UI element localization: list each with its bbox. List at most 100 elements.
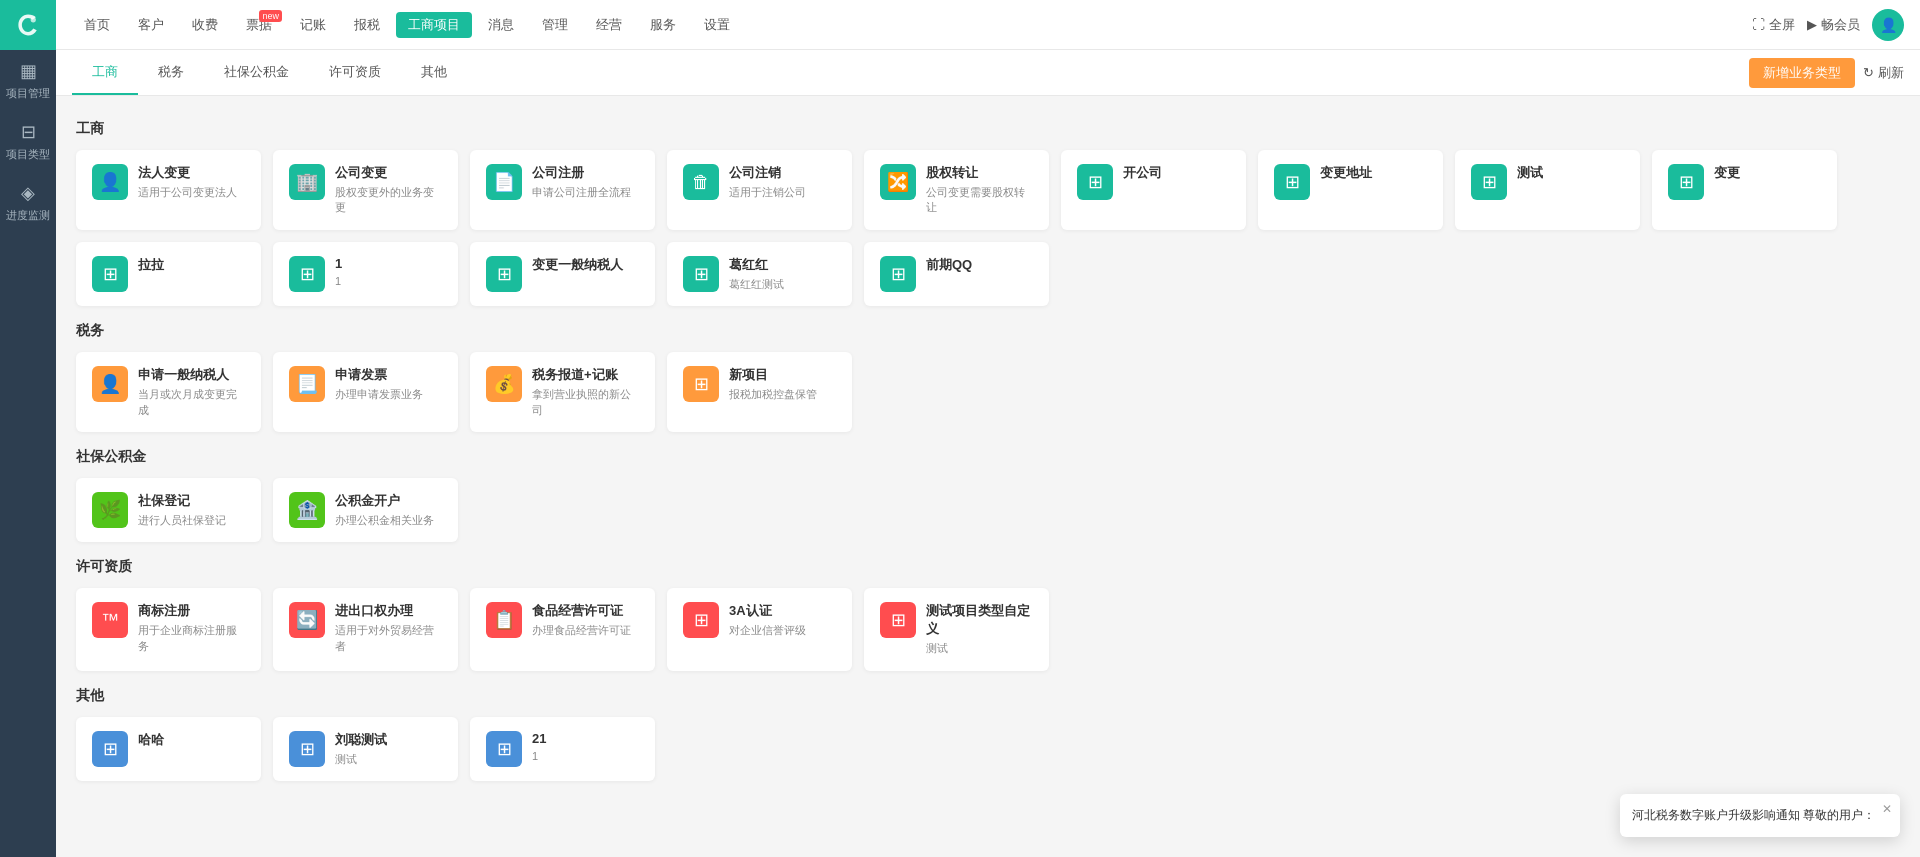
card-import-export[interactable]: 🔄 进出口权办理 适用于对外贸易经营者 [273, 588, 458, 670]
tab-shuiwu[interactable]: 税务 [138, 51, 204, 95]
card-icon-test-type: ⊞ [880, 602, 916, 638]
card-title-test: 测试 [1517, 164, 1624, 182]
card-company-reg[interactable]: 📄 公司注册 申请公司注册全流程 [470, 150, 655, 230]
other-card-grid: ⊞ 哈哈 ⊞ 刘聪测试 测试 ⊞ 21 [76, 717, 1900, 781]
card-icon-company-reg: 📄 [486, 164, 522, 200]
card-social-reg[interactable]: 🌿 社保登记 进行人员社保登记 [76, 478, 261, 542]
refresh-button[interactable]: ↻ 刷新 [1863, 64, 1904, 82]
card-company-change[interactable]: 🏢 公司变更 股权变更外的业务变更 [273, 150, 458, 230]
card-lala[interactable]: ⊞ 拉拉 [76, 242, 261, 306]
card-num21[interactable]: ⊞ 21 1 [470, 717, 655, 781]
card-title-open-company: 开公司 [1123, 164, 1230, 182]
nav-tickets[interactable]: 票据 new [234, 12, 284, 38]
nav-accounting[interactable]: 记账 [288, 12, 338, 38]
notification-text: 河北税务数字账户升级影响通知 尊敬的用户： [1632, 806, 1888, 825]
sidebar-label-project-type: 项目类型 [6, 147, 50, 162]
new-badge: new [259, 10, 282, 22]
card-icon-equity-transfer: 🔀 [880, 164, 916, 200]
card-title-equity-transfer: 股权转让 [926, 164, 1033, 182]
refresh-label: 刷新 [1878, 64, 1904, 82]
nav-home[interactable]: 首页 [72, 12, 122, 38]
card-apply-invoice[interactable]: 📃 申请发票 办理申请发票业务 [273, 352, 458, 432]
notification-close-button[interactable]: ✕ [1882, 802, 1892, 816]
sidebar-item-project-mgmt[interactable]: ▦ 项目管理 [0, 50, 56, 111]
tab-actions: 新增业务类型 ↻ 刷新 [1749, 58, 1904, 88]
card-icon-apply-invoice: 📃 [289, 366, 325, 402]
card-num1[interactable]: ⊞ 1 1 [273, 242, 458, 306]
card-company-cancel[interactable]: 🗑 公司注销 适用于注销公司 [667, 150, 852, 230]
avatar[interactable]: 👤 [1872, 9, 1904, 41]
card-change-taxpayer[interactable]: ⊞ 变更一般纳税人 [470, 242, 655, 306]
nav-clients[interactable]: 客户 [126, 12, 176, 38]
tab-xuke[interactable]: 许可资质 [309, 51, 401, 95]
card-qianqiQQ[interactable]: ⊞ 前期QQ [864, 242, 1049, 306]
card-fund-open[interactable]: 🏦 公积金开户 办理公积金相关业务 [273, 478, 458, 542]
card-title-legal-change: 法人变更 [138, 164, 245, 182]
card-desc-social-reg: 进行人员社保登记 [138, 513, 245, 528]
card-desc-company-change: 股权变更外的业务变更 [335, 185, 442, 216]
card-icon-num21: ⊞ [486, 731, 522, 767]
card-change-address[interactable]: ⊞ 变更地址 [1258, 150, 1443, 230]
card-icon-food-license: 📋 [486, 602, 522, 638]
card-icon-lala: ⊞ [92, 256, 128, 292]
nav-management[interactable]: 管理 [530, 12, 580, 38]
card-icon-gehonghong: ⊞ [683, 256, 719, 292]
card-new-project[interactable]: ⊞ 新项目 报税加税控盘保管 [667, 352, 852, 432]
nav-tax[interactable]: 报税 [342, 12, 392, 38]
card-icon-change2: ⊞ [1668, 164, 1704, 200]
card-title-tax-report-acc: 税务报道+记账 [532, 366, 639, 384]
card-cert3a[interactable]: ⊞ 3A认证 对企业信誉评级 [667, 588, 852, 670]
card-icon-trademark: ™ [92, 602, 128, 638]
card-gehonghong[interactable]: ⊞ 葛红红 葛红红测试 [667, 242, 852, 306]
content-area: 工商 税务 社保公积金 许可资质 其他 新增业务类型 ↻ 刷新 工商 👤 [56, 50, 1920, 857]
sidebar-logo [0, 0, 56, 50]
tab-other[interactable]: 其他 [401, 51, 467, 95]
card-equity-transfer[interactable]: 🔀 股权转让 公司变更需要股权转让 [864, 150, 1049, 230]
member-button[interactable]: ▶ 畅会员 [1807, 16, 1860, 34]
nav-messages[interactable]: 消息 [476, 12, 526, 38]
card-trademark[interactable]: ™ 商标注册 用于企业商标注册服务 [76, 588, 261, 670]
card-change2[interactable]: ⊞ 变更 [1652, 150, 1837, 230]
card-liu-test[interactable]: ⊞ 刘聪测试 测试 [273, 717, 458, 781]
nav-settings[interactable]: 设置 [692, 12, 742, 38]
card-haha[interactable]: ⊞ 哈哈 [76, 717, 261, 781]
card-title-food-license: 食品经营许可证 [532, 602, 639, 620]
card-icon-cert3a: ⊞ [683, 602, 719, 638]
card-food-license[interactable]: 📋 食品经营许可证 办理食品经营许可证 [470, 588, 655, 670]
project-type-icon: ⊟ [21, 121, 36, 143]
progress-monitor-icon: ◈ [21, 182, 35, 204]
card-title-company-change: 公司变更 [335, 164, 442, 182]
card-desc-equity-transfer: 公司变更需要股权转让 [926, 185, 1033, 216]
sidebar: ▦ 项目管理 ⊟ 项目类型 ◈ 进度监测 [0, 0, 56, 857]
card-icon-tax-report-acc: 💰 [486, 366, 522, 402]
nav-services[interactable]: 服务 [638, 12, 688, 38]
card-open-company[interactable]: ⊞ 开公司 [1061, 150, 1246, 230]
shebao-card-grid: 🌿 社保登记 进行人员社保登记 🏦 公积金开户 办理公积金相关业务 [76, 478, 1900, 542]
card-title-change-taxpayer: 变更一般纳税人 [532, 256, 639, 274]
nav-operations[interactable]: 经营 [584, 12, 634, 38]
svg-point-0 [31, 17, 36, 22]
card-title-qianqiQQ: 前期QQ [926, 256, 1033, 274]
card-title-cert3a: 3A认证 [729, 602, 836, 620]
nav-industrial[interactable]: 工商项目 [396, 12, 472, 38]
card-legal-change[interactable]: 👤 法人变更 适用于公司变更法人 [76, 150, 261, 230]
card-test-type[interactable]: ⊞ 测试项目类型自定义 测试 [864, 588, 1049, 670]
sidebar-item-project-type[interactable]: ⊟ 项目类型 [0, 111, 56, 172]
tab-shebao[interactable]: 社保公积金 [204, 51, 309, 95]
tab-gongshang[interactable]: 工商 [72, 51, 138, 95]
card-icon-change-taxpayer: ⊞ [486, 256, 522, 292]
nav-collection[interactable]: 收费 [180, 12, 230, 38]
card-desc-legal-change: 适用于公司变更法人 [138, 185, 245, 200]
card-title-test-type: 测试项目类型自定义 [926, 602, 1033, 638]
add-type-button[interactable]: 新增业务类型 [1749, 58, 1855, 88]
tab-bar: 工商 税务 社保公积金 许可资质 其他 新增业务类型 ↻ 刷新 [56, 50, 1920, 96]
card-tax-report-acc[interactable]: 💰 税务报道+记账 拿到营业执照的新公司 [470, 352, 655, 432]
sidebar-item-progress-monitor[interactable]: ◈ 进度监测 [0, 172, 56, 233]
card-apply-taxpayer[interactable]: 👤 申请一般纳税人 当月或次月成变更完成 [76, 352, 261, 432]
fullscreen-icon: ⛶ [1752, 17, 1765, 32]
fullscreen-button[interactable]: ⛶ 全屏 [1752, 16, 1795, 34]
card-icon-qianqiQQ: ⊞ [880, 256, 916, 292]
main-area: 首页 客户 收费 票据 new 记账 报税 工商项目 消息 管理 经营 服务 设… [56, 0, 1920, 857]
card-test[interactable]: ⊞ 测试 [1455, 150, 1640, 230]
card-desc-apply-invoice: 办理申请发票业务 [335, 387, 442, 402]
